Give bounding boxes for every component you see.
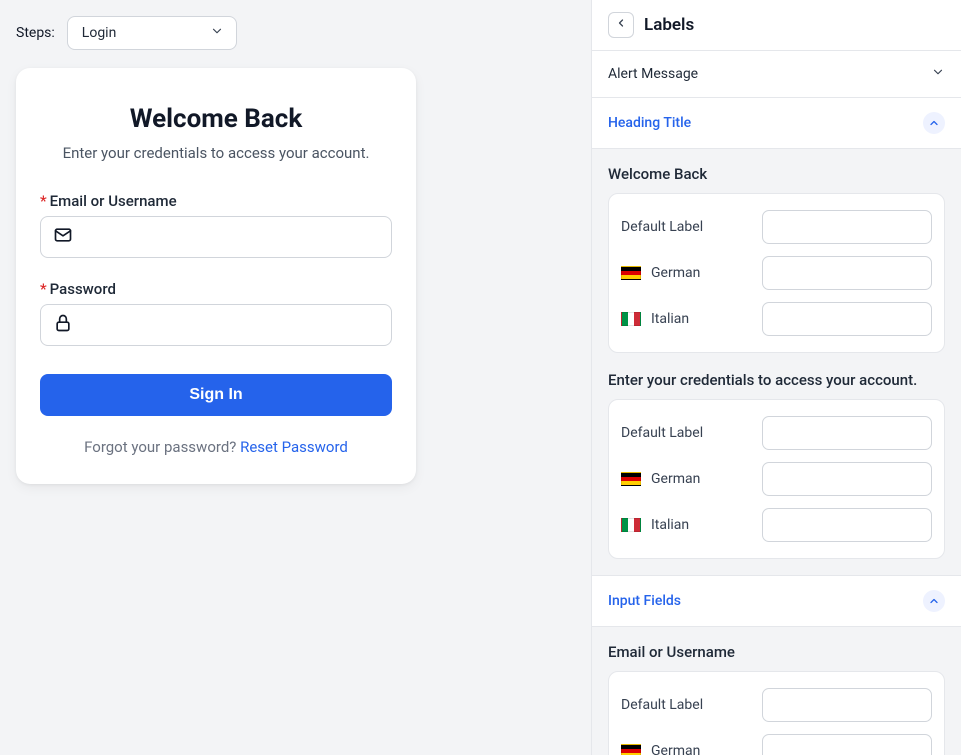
translation-row-italian: Italian [621,502,932,548]
translation-input-italian[interactable] [762,508,932,542]
language-name: Default Label [621,425,703,441]
chevron-down-icon [210,24,224,42]
flag-de-icon [621,266,641,280]
labels-block: Enter your credentials to access your ac… [608,371,945,559]
login-card: Welcome Back Enter your credentials to a… [16,68,416,484]
email-field-group: *Email or Username [40,192,392,258]
accordion-title-inputs: Input Fields [608,593,681,609]
translation-row-italian: Italian [621,296,932,342]
translation-row-german: German [621,456,932,502]
block-heading: Enter your credentials to access your ac… [608,371,945,389]
chevron-up-icon [923,590,945,612]
labels-panel: Labels Alert Message Heading Title Welco… [591,0,961,755]
accordion-header-heading[interactable]: Heading Title [592,98,961,148]
panel-title: Labels [644,15,694,35]
flag-it-icon [621,312,641,326]
password-input-wrap[interactable] [40,304,392,346]
preview-pane: Steps: Login Welcome Back Enter your cre… [0,0,591,755]
translation-row-german: German [621,728,932,755]
chevron-down-icon [931,65,945,83]
accordion-alert: Alert Message [592,50,961,97]
reset-password-link[interactable]: Reset Password [240,438,348,456]
language-name: Italian [651,517,689,533]
accordion-body-heading: Welcome Back Default Label German Italia… [592,148,961,575]
language-name: Italian [651,311,689,327]
forgot-text: Forgot your password? [84,438,240,456]
email-input[interactable] [81,229,379,246]
translation-input-german[interactable] [762,462,932,496]
flag-de-icon [621,472,641,486]
translation-input-default[interactable] [762,416,932,450]
block-heading: Welcome Back [608,165,945,183]
translation-row-default: Default Label [621,204,932,250]
block-heading: Email or Username [608,643,945,661]
forgot-row: Forgot your password? Reset Password [40,438,392,456]
chevron-up-icon [923,112,945,134]
accordion-body-inputs: Email or Username Default Label German I… [592,626,961,755]
accordion-inputs: Input Fields Email or Username Default L… [592,575,961,755]
steps-select[interactable]: Login [67,16,237,50]
translation-row-default: Default Label [621,410,932,456]
translation-card: Default Label German Italian [608,399,945,559]
lock-icon [53,313,73,337]
accordion-title-alert: Alert Message [608,66,698,82]
password-field-group: *Password [40,280,392,346]
signin-button[interactable]: Sign In [40,374,392,416]
mail-icon [53,225,73,249]
email-input-wrap[interactable] [40,216,392,258]
language-name: Default Label [621,697,703,713]
email-label: *Email or Username [40,192,392,210]
steps-label: Steps: [16,25,55,41]
translation-card: Default Label German Italian [608,193,945,353]
login-subtitle: Enter your credentials to access your ac… [40,144,392,162]
flag-it-icon [621,518,641,532]
steps-selected-value: Login [82,25,117,41]
language-name: German [651,471,700,487]
language-name: Default Label [621,219,703,235]
login-title: Welcome Back [40,104,392,134]
translation-input-german[interactable] [762,734,932,755]
language-name: German [651,265,700,281]
translation-card: Default Label German Italian [608,671,945,755]
translation-input-default[interactable] [762,210,932,244]
translation-row-german: German [621,250,932,296]
chevron-left-icon [615,17,627,33]
steps-row: Steps: Login [16,16,575,50]
accordion-header-inputs[interactable]: Input Fields [592,576,961,626]
accordion-title-heading: Heading Title [608,115,691,131]
accordion-heading: Heading Title Welcome Back Default Label… [592,97,961,575]
panel-header: Labels [592,0,961,50]
translation-row-default: Default Label [621,682,932,728]
translation-input-german[interactable] [762,256,932,290]
password-input[interactable] [81,317,379,334]
translation-input-default[interactable] [762,688,932,722]
translation-input-italian[interactable] [762,302,932,336]
password-label: *Password [40,280,392,298]
accordion-header-alert[interactable]: Alert Message [592,51,961,97]
labels-block: Welcome Back Default Label German Italia… [608,165,945,353]
language-name: German [651,743,700,755]
labels-block: Email or Username Default Label German I… [608,643,945,755]
flag-de-icon [621,744,641,755]
back-button[interactable] [608,12,634,38]
